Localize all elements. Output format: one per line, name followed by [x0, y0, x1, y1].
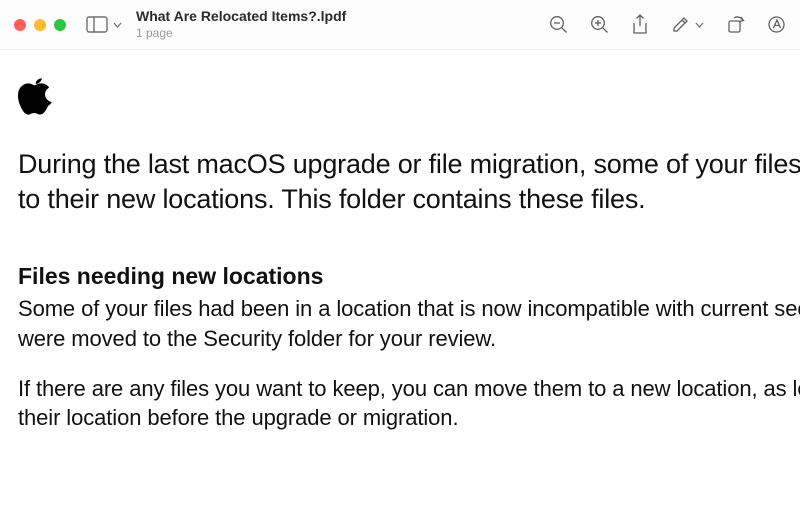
zoom-in-button[interactable] — [590, 15, 609, 34]
intro-paragraph: During the last macOS upgrade or file mi… — [18, 147, 800, 217]
fullscreen-window-button[interactable] — [54, 19, 66, 31]
document-title: What Are Relocated Items?.lpdf — [136, 8, 346, 25]
pencil-icon — [671, 15, 690, 34]
toolbar: What Are Relocated Items?.lpdf 1 page — [0, 0, 800, 50]
zoom-out-button[interactable] — [549, 15, 568, 34]
close-window-button[interactable] — [14, 19, 26, 31]
section-paragraph-2: If there are any files you want to keep,… — [18, 374, 800, 433]
rotate-icon — [726, 15, 745, 34]
section-paragraph-1: Some of your files had been in a locatio… — [18, 294, 800, 353]
rotate-button[interactable] — [726, 15, 745, 34]
section-heading-files: Files needing new locations — [18, 263, 800, 290]
chevron-down-icon — [113, 22, 122, 28]
chevron-down-icon — [695, 22, 704, 28]
toolbar-actions — [549, 14, 786, 35]
marker-icon — [767, 15, 786, 34]
highlight-button[interactable] — [767, 15, 786, 34]
markup-button[interactable] — [671, 15, 704, 34]
document-content: During the last macOS upgrade or file mi… — [0, 50, 800, 433]
sidebar-toggle-button[interactable] — [86, 16, 122, 33]
share-button[interactable] — [631, 14, 649, 35]
sidebar-icon — [86, 16, 108, 33]
minimize-window-button[interactable] — [34, 19, 46, 31]
share-icon — [631, 14, 649, 35]
apple-logo-icon — [18, 76, 52, 116]
document-subtitle: 1 page — [136, 26, 346, 40]
zoom-out-icon — [549, 15, 568, 34]
zoom-in-icon — [590, 15, 609, 34]
document-title-block: What Are Relocated Items?.lpdf 1 page — [136, 8, 346, 40]
window-controls — [14, 19, 66, 31]
apple-logo — [18, 76, 800, 121]
